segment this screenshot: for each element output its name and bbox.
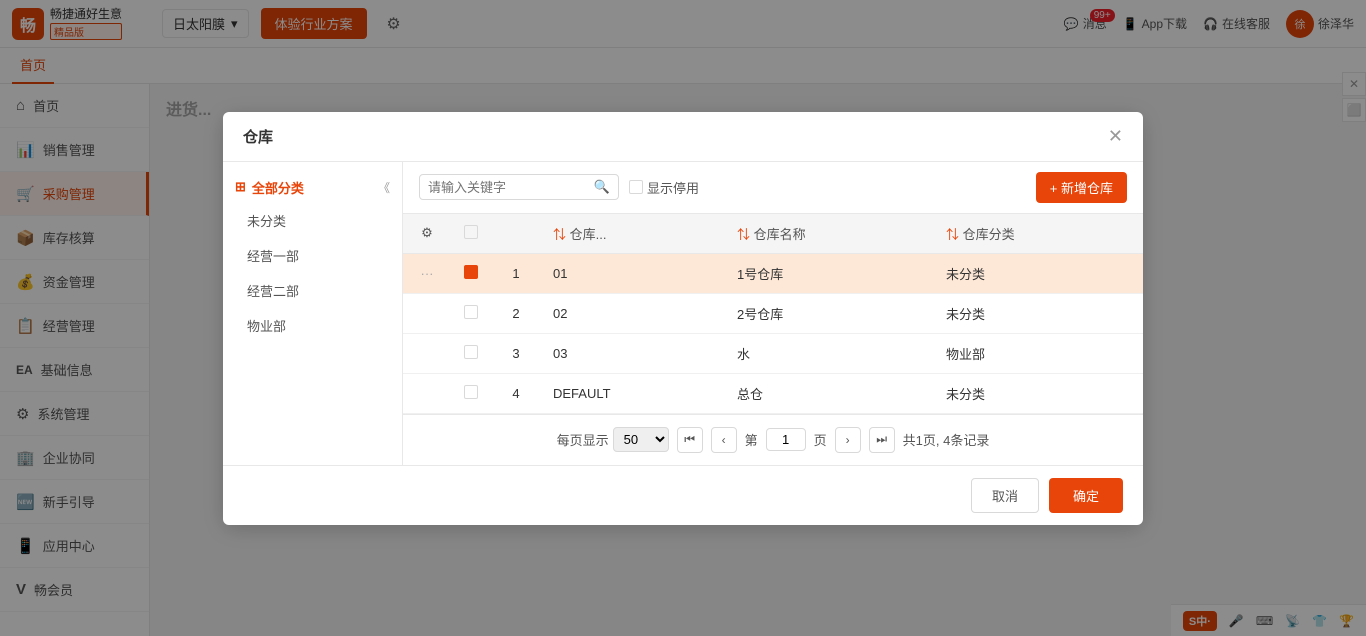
last-page-btn[interactable]: ⏭ [869, 427, 895, 453]
row-num-cell: 4 [491, 373, 541, 413]
row-action-cell: ··· [403, 253, 451, 293]
all-category-label: 全部分类 [252, 178, 304, 197]
pagination-area: 每页显示 10 50 100 ⏮ ‹ 第 页 › ⏭ 共1页, 4条记录 [403, 414, 1143, 465]
new-warehouse-btn[interactable]: + 新增仓库 [1036, 172, 1127, 203]
category-label-0: 未分类 [247, 214, 286, 229]
category-label-3: 物业部 [247, 319, 286, 334]
modal-footer: 取消 确定 [223, 465, 1143, 525]
col-checkbox-header[interactable] [451, 214, 491, 254]
row-category-cell: 物业部 [934, 333, 1143, 373]
row-name-cell: 2号仓库 [725, 293, 934, 333]
category-item-1[interactable]: 经营一部 [223, 238, 402, 273]
search-input-wrap[interactable]: 🔍 [419, 174, 619, 200]
modal-warehouse: 仓库 ✕ ⊞ 全部分类 《 未分类 经营一部 [223, 112, 1143, 525]
col-category-label: 仓库分类 [963, 227, 1015, 242]
row-action-cell [403, 293, 451, 333]
prev-page-btn[interactable]: ‹ [711, 427, 737, 453]
row-category-cell: 未分类 [934, 373, 1143, 413]
table-body: ··· 1 01 1号仓库 未分类 2 02 2号仓库 未分类 3 03 水 物… [403, 253, 1143, 413]
row-code-cell: 03 [541, 333, 725, 373]
collapse-arrow-icon: 《 [378, 179, 390, 196]
per-page-label: 每页显示 [557, 430, 609, 449]
row-action-cell [403, 373, 451, 413]
table-toolbar: 🔍 显示停用 + 新增仓库 [403, 162, 1143, 214]
header-checkbox[interactable] [464, 225, 478, 239]
col-num-header [491, 214, 541, 254]
per-page-select[interactable]: 10 50 100 [613, 427, 669, 452]
row-checkbox-cell[interactable] [451, 373, 491, 413]
setting-icon: ⚙ [421, 225, 433, 240]
row-checkbox[interactable] [464, 305, 478, 319]
search-icon: 🔍 [594, 179, 610, 195]
show-disabled-label: 显示停用 [647, 178, 699, 197]
sort-icon-name: ⇅ [737, 227, 750, 242]
row-num-cell: 3 [491, 333, 541, 373]
category-label-1: 经营一部 [247, 249, 299, 264]
col-setting-header[interactable]: ⚙ [403, 214, 451, 254]
row-name-cell: 水 [725, 333, 934, 373]
row-name-cell: 总仓 [725, 373, 934, 413]
data-table: ⚙ ⇅ 仓库... [403, 214, 1143, 414]
row-code-cell: 01 [541, 253, 725, 293]
table-row[interactable]: 2 02 2号仓库 未分类 [403, 293, 1143, 333]
row-checkbox[interactable] [464, 265, 478, 279]
first-page-btn[interactable]: ⏮ [677, 427, 703, 453]
cancel-btn[interactable]: 取消 [971, 478, 1039, 513]
row-checkbox-cell[interactable] [451, 293, 491, 333]
col-code-header[interactable]: ⇅ 仓库... [541, 214, 725, 254]
category-item-0[interactable]: 未分类 [223, 203, 402, 238]
show-disabled-wrap: 显示停用 [629, 178, 699, 197]
table-row[interactable]: 3 03 水 物业部 [403, 333, 1143, 373]
modal-body: ⊞ 全部分类 《 未分类 经营一部 经营二部 物业部 [223, 162, 1143, 465]
row-action-cell [403, 333, 451, 373]
modal-header: 仓库 ✕ [223, 112, 1143, 162]
category-item-3[interactable]: 物业部 [223, 308, 402, 343]
show-disabled-checkbox[interactable] [629, 180, 643, 194]
modal-title: 仓库 [243, 126, 273, 147]
row-code-cell: 02 [541, 293, 725, 333]
row-checkbox-cell[interactable] [451, 253, 491, 293]
total-label: 共1页, 4条记录 [903, 430, 990, 449]
row-more-icon[interactable]: ··· [421, 266, 434, 281]
row-category-cell: 未分类 [934, 253, 1143, 293]
table-row[interactable]: 4 DEFAULT 总仓 未分类 [403, 373, 1143, 413]
row-checkbox[interactable] [464, 345, 478, 359]
row-category-cell: 未分类 [934, 293, 1143, 333]
row-num-cell: 2 [491, 293, 541, 333]
per-page-wrap: 每页显示 10 50 100 [557, 427, 669, 452]
col-name-label: 仓库名称 [754, 227, 806, 242]
next-page-btn[interactable]: › [835, 427, 861, 453]
col-category-header[interactable]: ⇅ 仓库分类 [934, 214, 1143, 254]
modal-close-btn[interactable]: ✕ [1108, 127, 1123, 145]
search-input[interactable] [428, 180, 588, 195]
sort-icon-cat: ⇅ [946, 227, 959, 242]
all-category-title: ⊞ 全部分类 [235, 178, 304, 197]
row-checkbox[interactable] [464, 385, 478, 399]
sort-icon: ⇅ [553, 227, 566, 242]
table-panel: 🔍 显示停用 + 新增仓库 ⚙ [403, 162, 1143, 465]
category-panel: ⊞ 全部分类 《 未分类 经营一部 经营二部 物业部 [223, 162, 403, 465]
table-row[interactable]: ··· 1 01 1号仓库 未分类 [403, 253, 1143, 293]
table-header-row: ⚙ ⇅ 仓库... [403, 214, 1143, 254]
confirm-btn[interactable]: 确定 [1049, 478, 1123, 513]
page-num-label: 第 [745, 430, 758, 449]
page-number-input[interactable] [766, 428, 806, 451]
warehouse-table: ⚙ ⇅ 仓库... [403, 214, 1143, 414]
category-item-2[interactable]: 经营二部 [223, 273, 402, 308]
all-category-header[interactable]: ⊞ 全部分类 《 [223, 172, 402, 203]
col-code-label: 仓库... [570, 227, 607, 242]
row-checkbox-cell[interactable] [451, 333, 491, 373]
grid-icon: ⊞ [235, 179, 246, 195]
row-num-cell: 1 [491, 253, 541, 293]
modal-overlay: 仓库 ✕ ⊞ 全部分类 《 未分类 经营一部 [0, 0, 1366, 636]
row-code-cell: DEFAULT [541, 373, 725, 413]
row-name-cell: 1号仓库 [725, 253, 934, 293]
col-name-header[interactable]: ⇅ 仓库名称 [725, 214, 934, 254]
category-label-2: 经营二部 [247, 284, 299, 299]
page-label: 页 [814, 430, 827, 449]
